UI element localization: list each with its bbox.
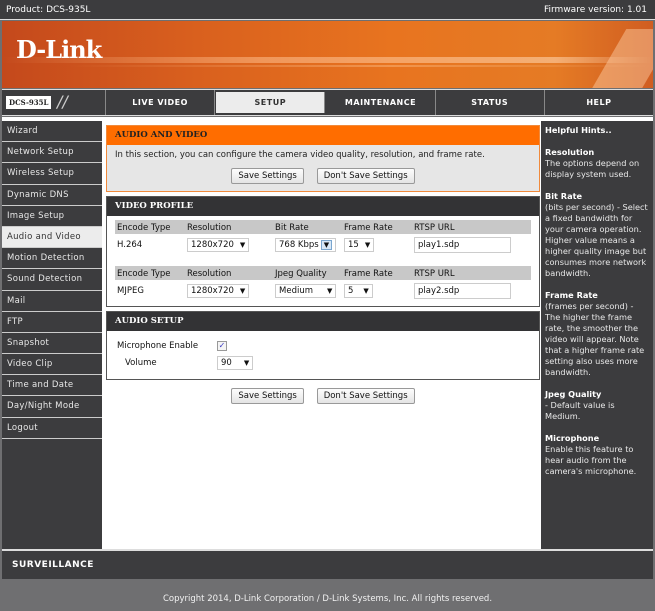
helpful-hints-panel: Helpful Hints.. Resolution The options d… <box>541 121 653 549</box>
sidebar-item-sound-detection[interactable]: Sound Detection <box>2 269 102 291</box>
chevron-down-icon: ▼ <box>239 241 246 249</box>
sidebar-item-day-night-mode[interactable]: Day/Night Mode <box>2 396 102 418</box>
bit-rate-select[interactable]: 768 Kbps ▼ <box>275 238 337 252</box>
profile1-table: Encode Type Resolution Bit Rate Frame Ra… <box>115 220 531 256</box>
banner-streak <box>2 65 653 67</box>
volume-select[interactable]: 90 ▼ <box>217 355 254 370</box>
copyright-text: Copyright 2014, D-Link Corporation / D-L… <box>162 594 493 604</box>
frame-rate-select-1[interactable]: 15 ▼ <box>344 238 375 252</box>
sidebar-item-snapshot[interactable]: Snapshot <box>2 333 102 355</box>
product-label: Product: DCS-935L <box>6 5 91 15</box>
jpeg-quality-select[interactable]: Medium ▼ <box>275 284 337 298</box>
dlink-logo: D-Link <box>16 35 102 64</box>
sidebar-item-wireless-setup[interactable]: Wireless Setup <box>2 163 102 185</box>
save-settings-button-bottom[interactable]: Save Settings <box>231 388 304 404</box>
dont-save-settings-button[interactable]: Don't Save Settings <box>316 168 415 184</box>
hints-title: Helpful Hints.. <box>545 125 612 135</box>
section-title: VIDEO PROFILE <box>107 197 539 216</box>
hint-block: Bit Rate (bits per second) - Select a fi… <box>545 191 648 278</box>
sidebar-item-network-setup[interactable]: Network Setup <box>2 142 102 164</box>
chevron-down-icon: ▼ <box>320 240 333 250</box>
rtsp-url-input-2[interactable]: play2.sdp <box>414 283 511 299</box>
rtsp-url-input-1[interactable]: play1.sdp <box>414 237 511 253</box>
column-header: Resolution <box>185 266 273 280</box>
column-header: Frame Rate <box>342 266 412 280</box>
top-info-bar: Product: DCS-935L Firmware version: 1.01 <box>0 0 655 20</box>
tab-live-video[interactable]: LIVE VIDEO <box>106 90 216 115</box>
chevron-down-icon: ▼ <box>327 287 333 295</box>
footer-bar: SURVEILLANCE <box>2 549 653 579</box>
table-row: MJPEG 1280x720 ▼ Medium ▼ 5 ▼ play2.sdp <box>115 280 531 302</box>
tab-maintenance[interactable]: MAINTENANCE <box>326 90 436 115</box>
sidebar-item-mail[interactable]: Mail <box>2 291 102 312</box>
table-row: H.264 1280x720 ▼ 768 Kbps ▼ 15 ▼ play1.sdp <box>115 234 531 256</box>
profile2-table: Encode Type Resolution Jpeg Quality Fram… <box>115 266 531 302</box>
column-header: Bit Rate <box>273 220 342 234</box>
sidebar-item-wizard[interactable]: Wizard <box>2 121 102 143</box>
chevron-down-icon: ▼ <box>243 358 250 367</box>
main-nav: DCS-935L // LIVE VIDEO SETUP MAINTENANCE… <box>2 89 653 116</box>
column-header: Encode Type <box>115 220 185 234</box>
surveillance-brand: SURVEILLANCE <box>12 560 94 570</box>
sidebar-item-image-setup[interactable]: Image Setup <box>2 206 102 227</box>
slashes-decoration: // <box>57 92 68 111</box>
sidebar-item-video-clip[interactable]: Video Clip <box>2 354 102 376</box>
microphone-enable-label: Microphone Enable <box>117 340 199 351</box>
frame-rate-select-2[interactable]: 5 ▼ <box>344 284 373 298</box>
column-header: Encode Type <box>115 266 185 280</box>
sidebar-item-ftp[interactable]: FTP <box>2 312 102 333</box>
microphone-enable-checkbox[interactable]: ✓ <box>217 340 227 351</box>
model-badge: DCS-935L <box>6 96 52 109</box>
column-header: RTSP URL <box>412 266 531 280</box>
tab-setup[interactable]: SETUP <box>216 92 326 113</box>
audio-setup-panel: AUDIO SETUP Microphone Enable ✓ Volume 9… <box>106 311 540 380</box>
sidebar-item-dynamic-dns[interactable]: Dynamic DNS <box>2 185 102 206</box>
section-title: AUDIO AND VIDEO <box>107 126 539 145</box>
intro-description: In this section, you can configure the c… <box>115 150 485 160</box>
hint-block: Microphone Enable this feature to hear a… <box>545 433 637 476</box>
chevron-down-icon: ▼ <box>239 287 246 295</box>
tab-help[interactable]: HELP <box>545 90 653 115</box>
sidebar-item-audio-and-video[interactable]: Audio and Video <box>2 226 102 249</box>
header-banner: D-Link <box>2 21 653 88</box>
hint-block: Resolution The options depend on display… <box>545 147 640 179</box>
tab-status[interactable]: STATUS <box>436 90 545 115</box>
section-title: AUDIO SETUP <box>107 312 539 331</box>
firmware-version: Firmware version: 1.01 <box>543 5 647 15</box>
sidebar-item-motion-detection[interactable]: Motion Detection <box>2 248 102 270</box>
sidebar: Wizard Network Setup Wireless Setup Dyna… <box>2 121 102 549</box>
encode-type-value: MJPEG <box>117 286 144 296</box>
chevron-down-icon: ▼ <box>363 287 369 295</box>
main-content: AUDIO AND VIDEO In this section, you can… <box>106 125 540 406</box>
hint-block: Jpeg Quality - Default value is Medium. <box>545 389 615 421</box>
save-settings-button[interactable]: Save Settings <box>231 168 304 184</box>
model-badge-area: DCS-935L // <box>2 90 106 115</box>
column-header: Resolution <box>185 220 273 234</box>
dont-save-settings-button-bottom[interactable]: Don't Save Settings <box>316 388 415 404</box>
column-header: Frame Rate <box>342 220 412 234</box>
video-profile-panel: VIDEO PROFILE Encode Type Resolution Bit… <box>106 196 540 307</box>
sidebar-item-logout[interactable]: Logout <box>2 418 102 439</box>
encode-type-value: H.264 <box>117 240 143 250</box>
chevron-down-icon: ▼ <box>364 241 371 249</box>
page-body: Wizard Network Setup Wireless Setup Dyna… <box>2 117 653 549</box>
intro-panel: AUDIO AND VIDEO In this section, you can… <box>106 125 540 192</box>
sidebar-item-time-and-date[interactable]: Time and Date <box>2 375 102 397</box>
column-header: Jpeg Quality <box>273 266 342 280</box>
resolution-select-1[interactable]: 1280x720 ▼ <box>187 238 250 252</box>
column-header: RTSP URL <box>412 220 531 234</box>
resolution-select-2[interactable]: 1280x720 ▼ <box>187 284 250 298</box>
hint-block: Frame Rate (frames per second) - The hig… <box>545 290 645 377</box>
volume-label: Volume <box>125 357 157 368</box>
